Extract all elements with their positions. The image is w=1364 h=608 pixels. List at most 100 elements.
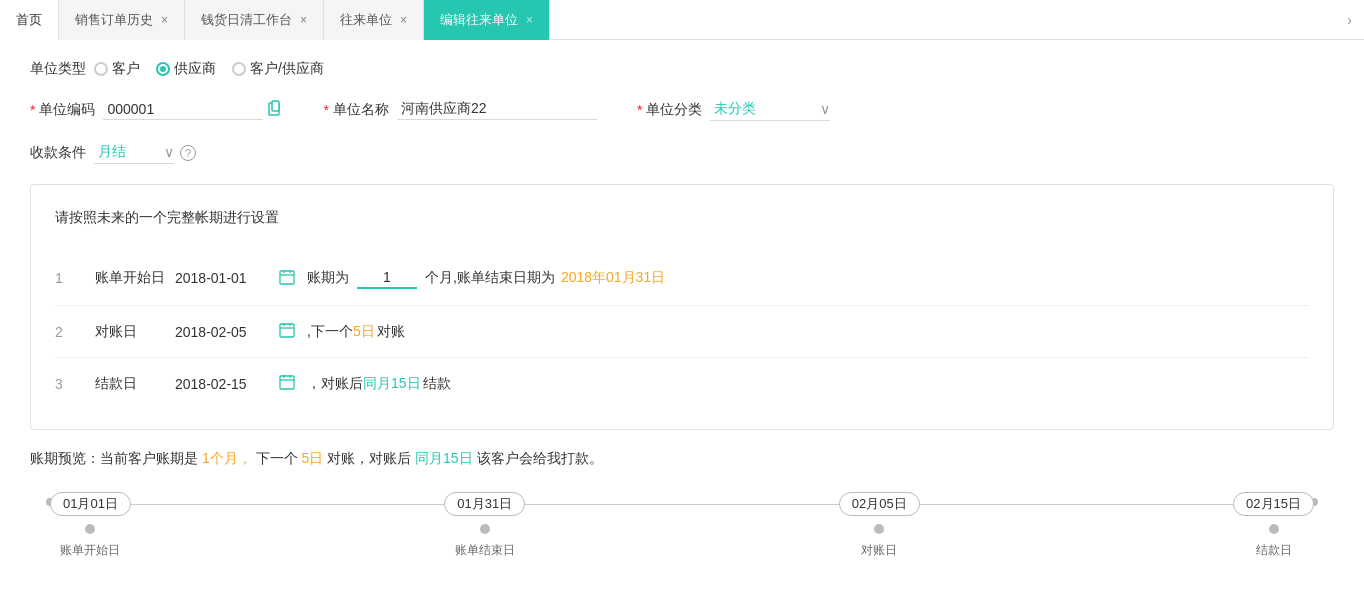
row-desc-1: 账期为	[307, 269, 349, 287]
timeline-dot-3	[874, 524, 884, 534]
unit-code-input[interactable]	[103, 99, 263, 120]
row-date-3-calendar-icon[interactable]	[279, 374, 295, 393]
radio-supplier[interactable]: 供应商	[156, 60, 216, 78]
row-label-1: 账单开始日	[95, 269, 175, 287]
setting-row-3: 3 结款日 2018-02-15 ，对账后 同月15日 结款	[55, 358, 1309, 409]
preview-mid2: 对账，对账后	[327, 450, 411, 466]
row-date-3: 2018-02-15	[175, 376, 275, 392]
tab-cashflow[interactable]: 钱货日清工作台 ×	[185, 0, 324, 40]
unit-type-row: 单位类型 客户 供应商 客户/供应商	[30, 60, 1334, 78]
preview-prefix: 账期预览：当前客户账期是	[30, 450, 198, 466]
timeline-date-4: 02月15日	[1233, 492, 1314, 516]
svg-rect-10	[280, 376, 294, 389]
tab-home[interactable]: 首页	[0, 0, 59, 40]
timeline-node-2: 01月31日 账单结束日	[444, 492, 525, 559]
preview-period: 1个月，	[202, 450, 252, 466]
timeline-dot-4	[1269, 524, 1279, 534]
setting-row-1: 1 账单开始日 2018-01-01 账期为 个月,账单结束日期为 2018年0…	[55, 251, 1309, 306]
timeline-label-1: 账单开始日	[60, 542, 120, 559]
timeline-container: 01月01日 账单开始日 01月31日 账单结束日 02月05日 对账日 02月…	[30, 492, 1334, 559]
timeline-dot-2	[480, 524, 490, 534]
row-desc-3b: 结款	[423, 375, 451, 393]
reconcile-day: 5日	[353, 323, 375, 341]
row-desc-2a: ,下一个	[307, 323, 353, 341]
timeline-date-3: 02月05日	[839, 492, 920, 516]
unit-category-value: 未分类	[710, 98, 816, 120]
preview-payment-day: 同月15日	[415, 450, 473, 466]
svg-rect-1	[272, 101, 279, 111]
unit-category-select[interactable]: 未分类 ∨	[710, 98, 830, 121]
row-date-1-calendar-icon[interactable]	[279, 269, 295, 288]
radio-both[interactable]: 客户/供应商	[232, 60, 324, 78]
unit-category-arrow-icon: ∨	[820, 101, 830, 117]
row-date-2: 2018-02-05	[175, 324, 275, 340]
row-date-1: 2018-01-01	[175, 270, 275, 286]
timeline-label-4: 结款日	[1256, 542, 1292, 559]
timeline-dot-1	[85, 524, 95, 534]
row-label-2: 对账日	[95, 323, 175, 341]
tab-edit-partner[interactable]: 编辑往来单位 ×	[424, 0, 550, 40]
payment-row: 收款条件 月结 ∨ ?	[30, 141, 1334, 164]
unit-category-label: 单位分类	[646, 101, 702, 119]
payment-select[interactable]: 月结 ∨	[94, 141, 174, 164]
row-num-2: 2	[55, 324, 79, 340]
radio-customer[interactable]: 客户	[94, 60, 140, 78]
tabs-scroll-arrow[interactable]: ›	[1335, 12, 1364, 28]
timeline-node-1: 01月01日 账单开始日	[50, 492, 131, 559]
tab-close-partners[interactable]: ×	[400, 13, 407, 27]
period-suffix: 个月,账单结束日期为	[425, 269, 555, 287]
svg-rect-2	[280, 271, 294, 284]
unit-name-required: *	[323, 102, 328, 118]
unit-code-copy-icon[interactable]	[267, 100, 283, 119]
unit-name-group: * 单位名称	[323, 99, 596, 120]
unit-category-group: * 单位分类 未分类 ∨	[637, 98, 830, 121]
tabs-bar: 首页 销售订单历史 × 钱货日清工作台 × 往来单位 × 编辑往来单位 × ›	[0, 0, 1364, 40]
row-label-3: 结款日	[95, 375, 175, 393]
timeline-date-1: 01月01日	[50, 492, 131, 516]
radio-both-circle	[232, 62, 246, 76]
row-desc-2b: 对账	[377, 323, 405, 341]
unit-category-required: *	[637, 102, 642, 118]
unit-info-row: * 单位编码 * 单位名称 * 单位分类 未分类 ∨	[30, 98, 1334, 121]
preview-reconcile-day: 5日	[301, 450, 323, 466]
unit-code-group: * 单位编码	[30, 99, 283, 120]
unit-name-label: 单位名称	[333, 101, 389, 119]
tab-close-cashflow[interactable]: ×	[300, 13, 307, 27]
period-settings-card: 请按照未来的一个完整帐期进行设置 1 账单开始日 2018-01-01 账期为 …	[30, 184, 1334, 430]
tab-partners[interactable]: 往来单位 ×	[324, 0, 424, 40]
timeline-nodes: 01月01日 账单开始日 01月31日 账单结束日 02月05日 对账日 02月…	[50, 492, 1314, 559]
preview-text: 账期预览：当前客户账期是 1个月， 下一个 5日 对账，对账后 同月15日 该客…	[30, 450, 1334, 468]
unit-name-input[interactable]	[397, 99, 597, 120]
payment-day: 同月15日	[363, 375, 421, 393]
row-num-1: 1	[55, 270, 79, 286]
unit-type-radio-group: 客户 供应商 客户/供应商	[94, 60, 324, 78]
radio-supplier-circle	[156, 62, 170, 76]
row-desc-3a: ，对账后	[307, 375, 363, 393]
payment-help-icon[interactable]: ?	[180, 145, 196, 161]
payment-dropdown-icon: ∨	[164, 144, 174, 160]
unit-code-required: *	[30, 102, 35, 118]
payment-value: 月结	[94, 141, 164, 163]
preview-suffix: 该客户会给我打款。	[477, 450, 603, 466]
unit-code-label: 单位编码	[39, 101, 95, 119]
tab-close-sales-history[interactable]: ×	[161, 13, 168, 27]
period-input[interactable]	[357, 267, 417, 289]
payment-label: 收款条件	[30, 144, 86, 162]
unit-type-label: 单位类型	[30, 60, 86, 78]
main-content: 单位类型 客户 供应商 客户/供应商 * 单位编码	[0, 40, 1364, 608]
row-num-3: 3	[55, 376, 79, 392]
tab-sales-history[interactable]: 销售订单历史 ×	[59, 0, 185, 40]
preview-mid1: 下一个	[256, 450, 298, 466]
period-end-date: 2018年01月31日	[561, 269, 665, 287]
tab-close-edit-partner[interactable]: ×	[526, 13, 533, 27]
timeline-label-3: 对账日	[861, 542, 897, 559]
timeline-date-2: 01月31日	[444, 492, 525, 516]
row-date-2-calendar-icon[interactable]	[279, 322, 295, 341]
timeline-node-3: 02月05日 对账日	[839, 492, 920, 559]
timeline-label-2: 账单结束日	[455, 542, 515, 559]
setting-row-2: 2 对账日 2018-02-05 ,下一个 5日 对账	[55, 306, 1309, 358]
timeline-node-4: 02月15日 结款日	[1233, 492, 1314, 559]
radio-customer-circle	[94, 62, 108, 76]
svg-rect-6	[280, 324, 294, 337]
card-title: 请按照未来的一个完整帐期进行设置	[55, 209, 1309, 227]
